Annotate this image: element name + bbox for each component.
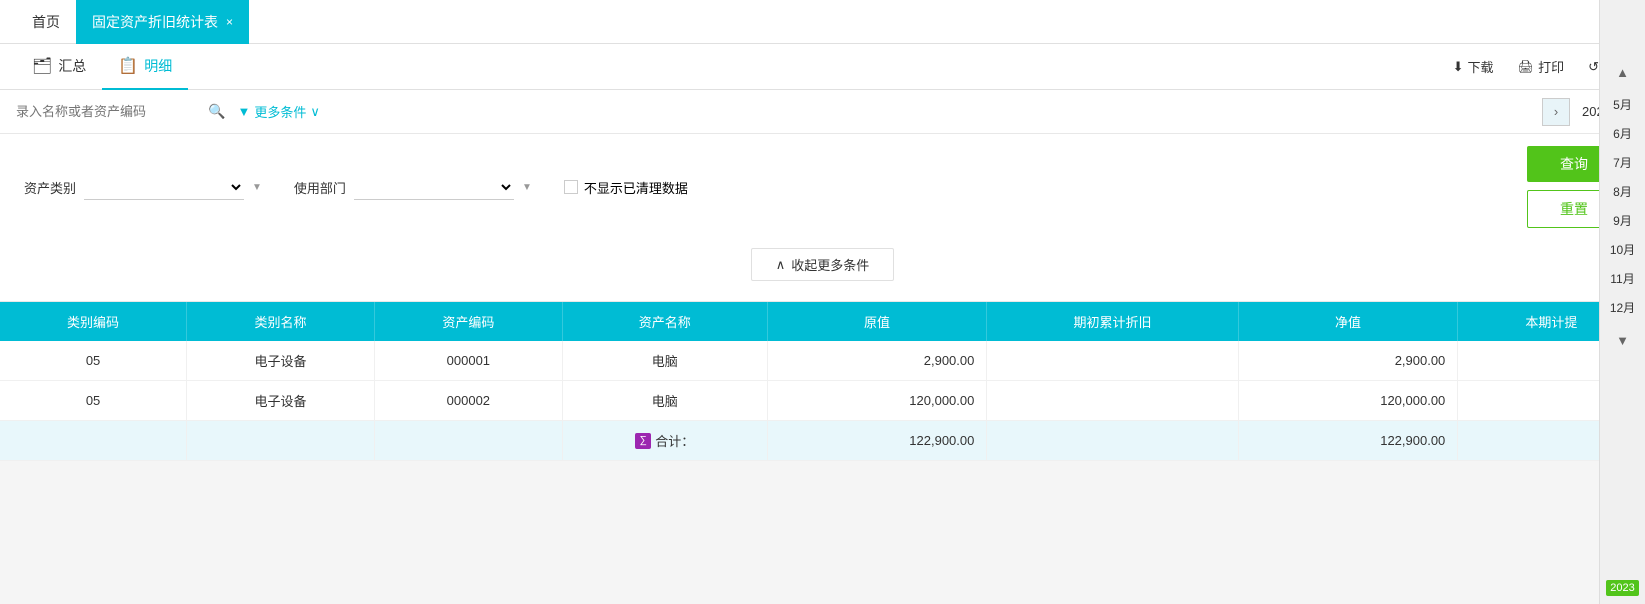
table-header-cell: 类别名称 (187, 302, 375, 341)
year-badge: 2023 (1606, 580, 1638, 596)
hide-cleared-checkbox[interactable] (564, 180, 578, 194)
hide-cleared-label: 不显示已清理数据 (584, 178, 688, 197)
asset-type-filter: 资产类别 电子设备 ▼ (24, 174, 262, 200)
scroll-down-button[interactable]: ▼ (1604, 328, 1642, 352)
refresh-icon: ↺ (1588, 59, 1599, 75)
filter-icon: ▼ (237, 104, 250, 119)
table-row[interactable]: 05电子设备000001电脑2,900.002,900.00 (0, 341, 1645, 381)
filter-chevron-icon: ∨ (310, 104, 320, 120)
collapse-arrow-icon: › (1554, 104, 1558, 119)
asset-type-label: 资产类别 (24, 178, 76, 197)
table-cell: 电子设备 (187, 341, 375, 381)
table-header-row: 类别编码类别名称资产编码资产名称原值期初累计折旧净值本期计提 (0, 302, 1645, 341)
table-cell: 05 (0, 341, 187, 381)
download-icon: ⬇ (1453, 59, 1464, 75)
dept-filter: 使用部门 ▼ (294, 174, 532, 200)
dept-arrow-icon: ▼ (522, 182, 532, 193)
table-cell: 120,000.00 (767, 381, 987, 421)
tab-label: 固定资产折旧统计表 (92, 12, 218, 32)
print-button[interactable]: 🖨 打印 (1518, 57, 1565, 76)
right-month-panel: ▲ 5月6月7月8月9月10月11月12月 ▼ 2023 (1599, 0, 1645, 604)
more-filter-button[interactable]: ▼ 更多条件 ∨ (237, 102, 319, 121)
total-cell (374, 421, 562, 461)
tab-close-icon[interactable]: × (226, 15, 233, 29)
hide-cleared-filter: 不显示已清理数据 (564, 178, 688, 197)
collapse-more-icon: ∧ (776, 257, 786, 273)
collapse-more-button[interactable]: ∧ 收起更多条件 (751, 248, 895, 281)
active-tab[interactable]: 固定资产折旧统计表 × (76, 0, 249, 44)
filter-label: 更多条件 (254, 102, 306, 121)
month-item[interactable]: 8月 (1604, 177, 1642, 206)
table-cell: 2,900.00 (1238, 341, 1458, 381)
total-cell: 122,900.00 (1238, 421, 1458, 461)
table-cell: 电脑 (562, 381, 767, 421)
month-item[interactable]: 5月 (1604, 90, 1642, 119)
month-item[interactable]: 11月 (1604, 264, 1642, 293)
table-cell: 120,000.00 (1238, 381, 1458, 421)
month-item[interactable]: 6月 (1604, 119, 1642, 148)
total-row: ∑合计：122,900.00122,900.00 (0, 421, 1645, 461)
home-nav-item[interactable]: 首页 (16, 12, 76, 32)
table-header-cell: 资产名称 (562, 302, 767, 341)
table-cell: 2,900.00 (767, 341, 987, 381)
table-header-cell: 资产编码 (374, 302, 562, 341)
search-bar: 🔍 ▼ 更多条件 ∨ › 2023.01 (0, 90, 1645, 134)
table-row[interactable]: 05电子设备000002电脑120,000.00120,000.00 (0, 381, 1645, 421)
tab-summary[interactable]: 🗂 汇总 (16, 44, 102, 90)
table-cell: 电子设备 (187, 381, 375, 421)
month-item[interactable]: 7月 (1604, 148, 1642, 177)
sub-tabs-bar: 🗂 汇总 📋 明细 ⬇ 下载 🖨 打印 ↺ 刷新 (0, 44, 1645, 90)
asset-type-arrow-icon: ▼ (252, 182, 262, 193)
summary-tab-icon: 🗂 (32, 56, 52, 76)
print-icon: 🖨 (1518, 59, 1535, 75)
search-input[interactable] (16, 104, 196, 119)
table-header-cell: 类别编码 (0, 302, 187, 341)
data-table: 类别编码类别名称资产编码资产名称原值期初累计折旧净值本期计提 05电子设备000… (0, 302, 1645, 461)
scroll-up-button[interactable]: ▲ (1604, 60, 1642, 84)
dept-label: 使用部门 (294, 178, 346, 197)
total-cell: 122,900.00 (767, 421, 987, 461)
total-cell (187, 421, 375, 461)
table-header-cell: 净值 (1238, 302, 1458, 341)
total-cell (0, 421, 187, 461)
total-cell: ∑合计： (562, 421, 767, 461)
tab-detail[interactable]: 📋 明细 (102, 44, 188, 90)
total-cell (987, 421, 1238, 461)
collapse-panel-button[interactable]: › (1542, 98, 1570, 126)
month-item[interactable]: 10月 (1604, 235, 1642, 264)
table-cell: 05 (0, 381, 187, 421)
total-label-text: 合计： (655, 431, 694, 450)
collapse-more-area: ∧ 收起更多条件 (24, 240, 1621, 289)
dept-select[interactable] (354, 174, 514, 200)
table-cell: 电脑 (562, 341, 767, 381)
filter-area: 资产类别 电子设备 ▼ 使用部门 ▼ 不显示已清理数据 查询 重置 ∧ 收起更多… (0, 134, 1645, 302)
asset-type-select[interactable]: 电子设备 (84, 174, 244, 200)
summary-tab-label: 汇总 (58, 56, 86, 76)
data-table-wrapper: 类别编码类别名称资产编码资产名称原值期初累计折旧净值本期计提 05电子设备000… (0, 302, 1645, 461)
table-header-cell: 期初累计折旧 (987, 302, 1238, 341)
download-label: 下载 (1468, 57, 1494, 76)
filter-row: 资产类别 电子设备 ▼ 使用部门 ▼ 不显示已清理数据 查询 重置 (24, 146, 1621, 228)
table-header-cell: 原值 (767, 302, 987, 341)
download-button[interactable]: ⬇ 下载 (1453, 57, 1494, 76)
month-item[interactable]: 9月 (1604, 206, 1642, 235)
table-cell: 000001 (374, 341, 562, 381)
detail-tab-icon: 📋 (118, 56, 138, 76)
table-cell (987, 381, 1238, 421)
detail-tab-label: 明细 (144, 56, 172, 76)
total-icon: ∑ (635, 433, 651, 449)
month-item[interactable]: 12月 (1604, 293, 1642, 322)
top-nav: 首页 固定资产折旧统计表 × × (0, 0, 1645, 44)
table-cell (987, 341, 1238, 381)
table-cell: 000002 (374, 381, 562, 421)
search-icon: 🔍 (208, 103, 225, 120)
print-label: 打印 (1538, 57, 1564, 76)
collapse-more-label: 收起更多条件 (791, 255, 869, 274)
